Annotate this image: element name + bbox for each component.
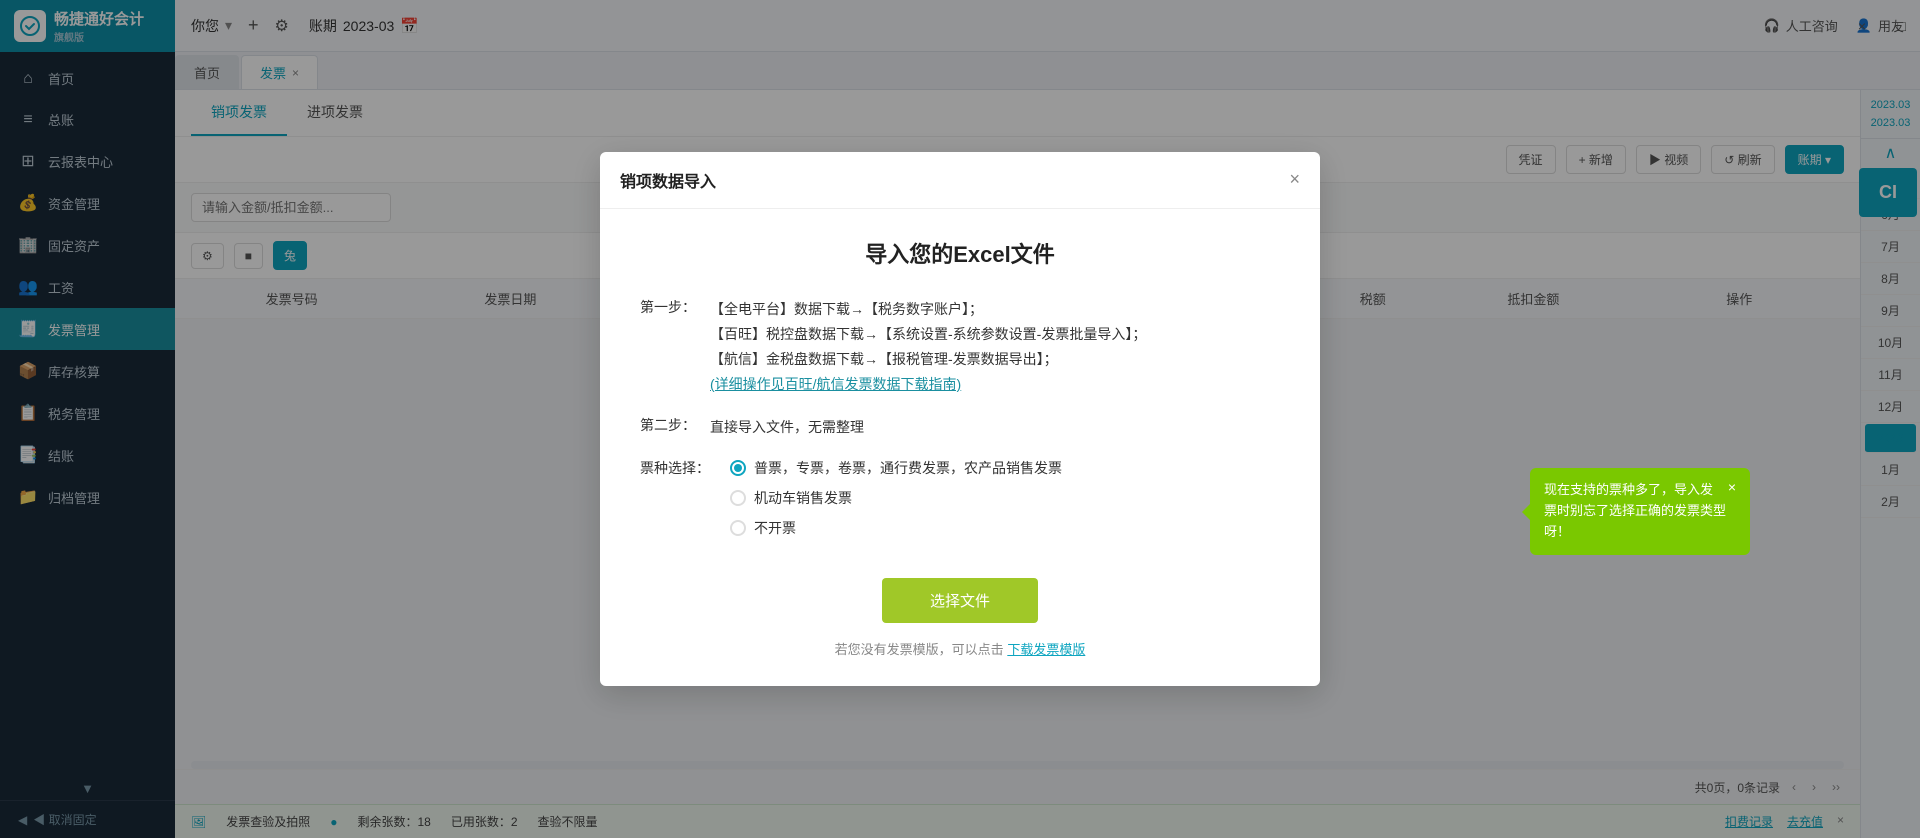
step1-line2: 【百旺】税控盘数据下载→【系统设置-系统参数设置-发票批量导入】； — [710, 322, 1146, 347]
step1-line3: 【航信】金税盘数据下载→【报税管理-发票数据导出】； — [710, 347, 1146, 372]
tooltip-container: × 现在支持的票种多了，导入发票时别忘了选择正确的发票类型呀！ — [1530, 507, 1580, 517]
download-template-hint: 若您没有发票模版，可以点击 下载发票模版 — [640, 639, 1280, 658]
ticket-radio-group: 普票，专票，卷票，通行费发票，农产品销售发票 机动车销售发票 不开票 — [730, 458, 1062, 538]
tooltip-bubble: × 现在支持的票种多了，导入发票时别忘了选择正确的发票类型呀！ — [1530, 468, 1750, 554]
ticket-option-general-label: 普票，专票，卷票，通行费发票，农产品销售发票 — [754, 458, 1062, 478]
select-file-button[interactable]: 选择文件 — [882, 578, 1038, 623]
radio-unchecked-icon2 — [730, 520, 746, 536]
step1-content: 【全电平台】数据下载→【税务数字账户】； 【百旺】税控盘数据下载→【系统设置-系… — [710, 297, 1146, 398]
download-hint-text: 若您没有发票模版，可以点击 — [835, 642, 1004, 657]
download-template-link[interactable]: 下载发票模版 — [1007, 642, 1085, 657]
ticket-option-vehicle[interactable]: 机动车销售发票 — [730, 488, 1062, 508]
step2-content: 直接导入文件，无需整理 — [710, 415, 864, 440]
step1: 第一步： 【全电平台】数据下载→【税务数字账户】； 【百旺】税控盘数据下载→【系… — [640, 297, 1280, 398]
ticket-option-none[interactable]: 不开票 — [730, 518, 1062, 538]
ticket-option-none-label: 不开票 — [754, 518, 796, 538]
modal-overlay: 销项数据导入 × 导入您的Excel文件 第一步： 【全电平台】数据下载→【税务… — [0, 0, 1920, 838]
ticket-option-vehicle-label: 机动车销售发票 — [754, 488, 852, 508]
modal-header: 销项数据导入 × — [600, 152, 1320, 209]
import-modal: 销项数据导入 × 导入您的Excel文件 第一步： 【全电平台】数据下载→【税务… — [600, 152, 1320, 687]
step1-line1: 【全电平台】数据下载→【税务数字账户】； — [710, 297, 1146, 322]
step1-guide-link[interactable]: (详细操作见百旺/航信发票数据下载指南) — [710, 376, 961, 392]
step2: 第二步： 直接导入文件，无需整理 — [640, 415, 1280, 440]
ticket-option-general[interactable]: 普票，专票，卷票，通行费发票，农产品销售发票 — [730, 458, 1062, 478]
radio-unchecked-icon — [730, 490, 746, 506]
modal-footer: 选择文件 若您没有发票模版，可以点击 下载发票模版 — [600, 578, 1320, 686]
modal-close-button[interactable]: × — [1289, 169, 1300, 190]
modal-main-title: 导入您的Excel文件 — [640, 237, 1280, 269]
step1-label: 第一步： — [640, 297, 700, 398]
ticket-select-label: 票种选择： — [640, 458, 710, 478]
ticket-selection: 票种选择： 普票，专票，卷票，通行费发票，农产品销售发票 机动车销售发票 — [640, 458, 1280, 538]
modal-body: 导入您的Excel文件 第一步： 【全电平台】数据下载→【税务数字账户】； 【百… — [600, 209, 1320, 579]
radio-checked-icon — [730, 460, 746, 476]
tooltip-text: 现在支持的票种多了，导入发票时别忘了选择正确的发票类型呀！ — [1544, 482, 1726, 539]
step2-label: 第二步： — [640, 415, 700, 440]
tooltip-close-btn[interactable]: × — [1728, 480, 1736, 494]
modal-title: 销项数据导入 — [620, 168, 716, 192]
